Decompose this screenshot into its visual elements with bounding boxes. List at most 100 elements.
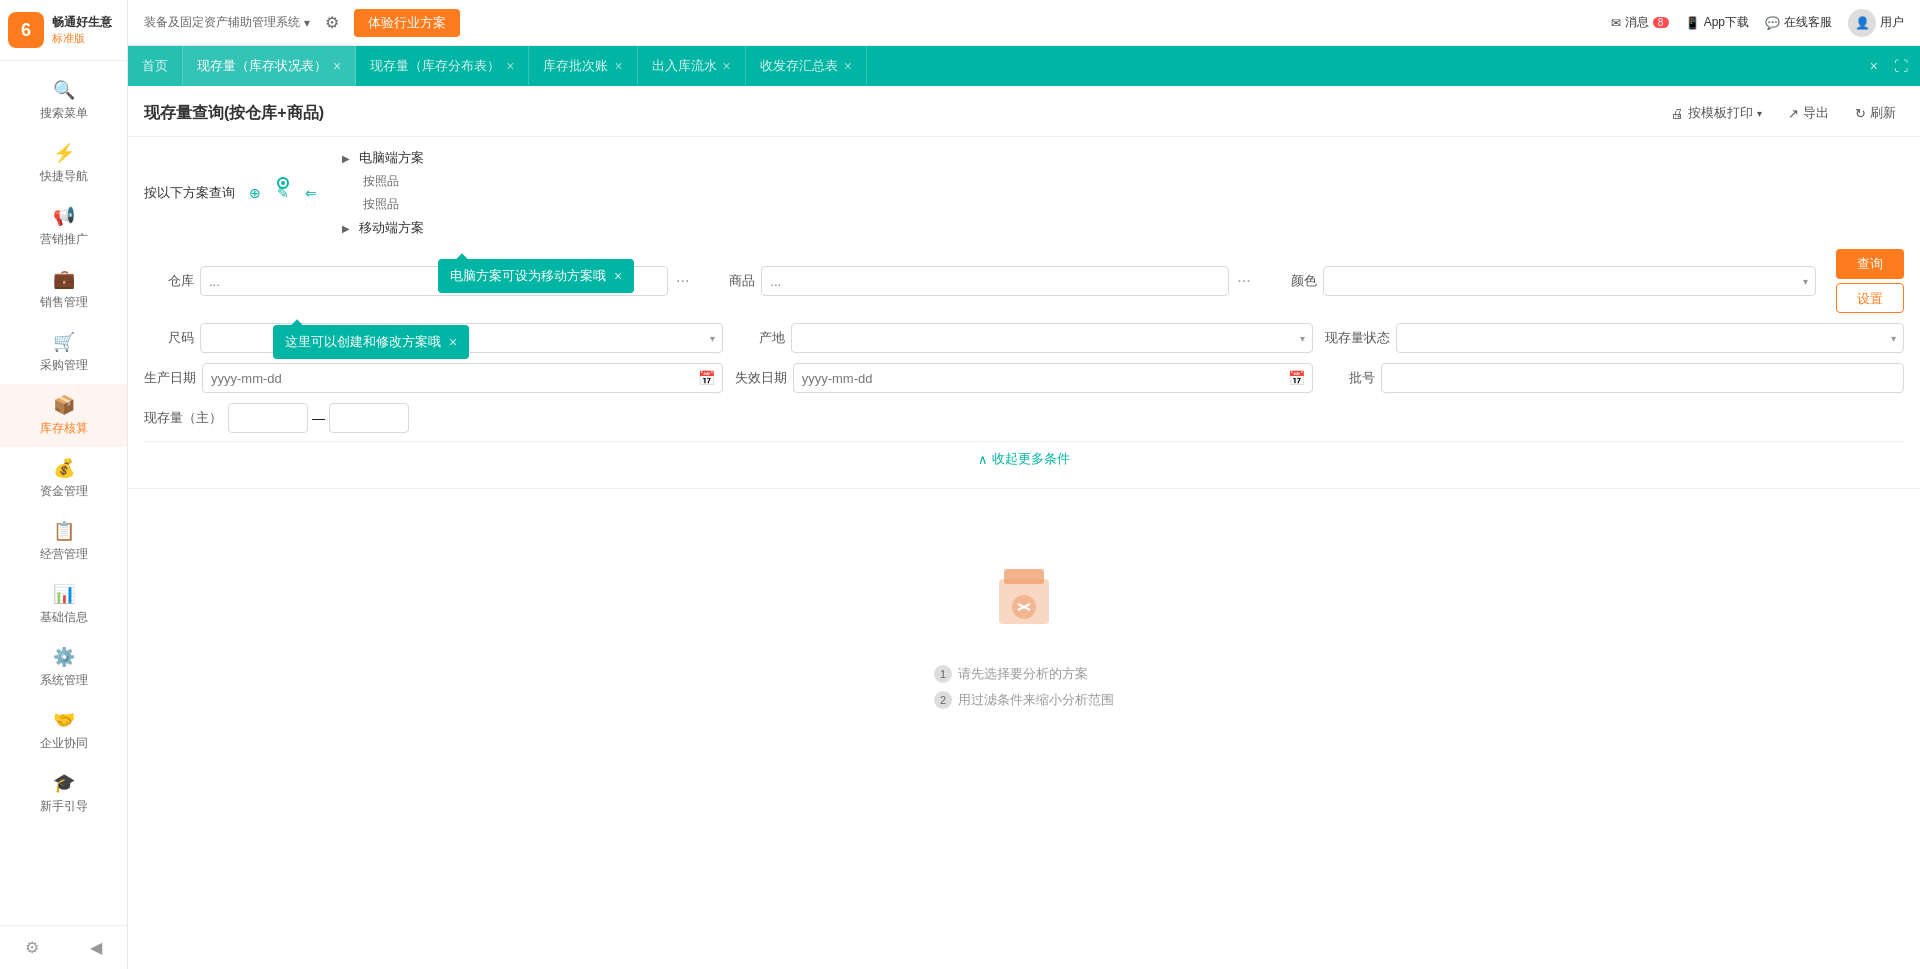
message-btn[interactable]: ✉ 消息 8 bbox=[1611, 14, 1669, 31]
sidebar-item-sales[interactable]: 💼 销售管理 bbox=[0, 258, 127, 321]
sidebar-item-purchase[interactable]: 🛒 采购管理 bbox=[0, 321, 127, 384]
settings-bottom-btn[interactable]: ⚙ bbox=[17, 934, 47, 961]
filter-label: 按以下方案查询 bbox=[144, 184, 235, 202]
collapse-btn[interactable]: ∧ 收起更多条件 bbox=[978, 450, 1070, 468]
brand-name: 畅通好生意 bbox=[52, 14, 112, 31]
sidebar-item-basic[interactable]: 📊 基础信息 bbox=[0, 573, 127, 636]
empty-illustration bbox=[974, 549, 1074, 649]
batch-input[interactable] bbox=[1381, 363, 1904, 393]
tab-inventory-dist-close[interactable]: × bbox=[506, 58, 514, 74]
field-color: 颜色 ▾ bbox=[1267, 266, 1816, 296]
guide-icon: 🎓 bbox=[53, 772, 75, 794]
scheme-sub-item-1[interactable]: 按照品 bbox=[359, 171, 424, 192]
stock-min-input[interactable] bbox=[228, 403, 308, 433]
origin-select[interactable] bbox=[791, 323, 1314, 353]
tab-receive-summary-close[interactable]: × bbox=[844, 58, 852, 74]
sidebar-label-search: 搜索菜单 bbox=[40, 105, 88, 122]
scheme-mobile-toggle[interactable]: ▶ bbox=[339, 221, 353, 235]
print-dropdown-icon: ▾ bbox=[1757, 108, 1762, 119]
active-indicator bbox=[279, 179, 287, 187]
back-scheme-btn[interactable]: ⇐ bbox=[299, 181, 323, 205]
tab-close-all-btn[interactable]: × bbox=[1866, 54, 1882, 78]
tab-receive-summary[interactable]: 收发存汇总表 × bbox=[746, 46, 867, 86]
scheme-pc-children: 按照品 按照品 bbox=[339, 171, 424, 215]
sidebar-item-marketing[interactable]: 📢 营销推广 bbox=[0, 195, 127, 258]
back-icon: ⇐ bbox=[305, 185, 317, 201]
tab-in-out-flow[interactable]: 出入库流水 × bbox=[638, 46, 746, 86]
scheme-pc-toggle[interactable]: ▶ bbox=[339, 151, 353, 165]
export-btn[interactable]: ↗ 导出 bbox=[1780, 100, 1837, 126]
tip-num-2: 2 bbox=[934, 691, 952, 709]
filter-row-4: 现存量（主） — bbox=[144, 403, 1904, 433]
tooltip2-close[interactable]: × bbox=[449, 334, 457, 350]
scheme-group-mobile: ▶ 移动端方案 bbox=[339, 219, 424, 237]
header-left: 装备及固定资产辅助管理系统 ▾ ⚙ 体验行业方案 bbox=[144, 9, 460, 37]
system-settings-btn[interactable]: ⚙ bbox=[318, 9, 346, 37]
tab-home[interactable]: 首页 bbox=[128, 46, 183, 86]
reset-btn[interactable]: 设置 bbox=[1836, 283, 1904, 313]
online-service-btn[interactable]: 💬 在线客服 bbox=[1765, 14, 1832, 31]
user-name-label: 用户 bbox=[1880, 14, 1904, 31]
sidebar-item-search[interactable]: 🔍 搜索菜单 bbox=[0, 69, 127, 132]
filter-controls: ⊕ ✎ ⇐ bbox=[243, 181, 323, 205]
mfg-date-from-input[interactable] bbox=[202, 363, 723, 393]
tab-batch-account-close[interactable]: × bbox=[614, 58, 622, 74]
tip-text-2: 用过滤条件来缩小分析范围 bbox=[958, 691, 1114, 709]
tooltip-scheme-mobile: 电脑方案可设为移动方案哦 × bbox=[438, 259, 634, 293]
sidebar-item-quick[interactable]: ⚡ 快捷导航 bbox=[0, 132, 127, 195]
edit-scheme-btn[interactable]: ✎ bbox=[271, 181, 295, 205]
tab-batch-account[interactable]: 库存批次账 × bbox=[529, 46, 637, 86]
sidebar-item-finance[interactable]: 💰 资金管理 bbox=[0, 447, 127, 510]
search-btn[interactable]: 查询 bbox=[1836, 249, 1904, 279]
add-scheme-btn[interactable]: ⊕ bbox=[243, 181, 267, 205]
goods-ellipsis[interactable]: ··· bbox=[1233, 272, 1254, 290]
quick-icon: ⚡ bbox=[53, 142, 75, 164]
color-label: 颜色 bbox=[1267, 272, 1317, 290]
brand-badge: 标准版 bbox=[52, 31, 112, 46]
field-stock-main: 现存量（主） — bbox=[144, 403, 1904, 433]
tab-in-out-flow-close[interactable]: × bbox=[723, 58, 731, 74]
search-icon: 🔍 bbox=[53, 79, 75, 101]
sidebar-item-system[interactable]: ⚙️ 系统管理 bbox=[0, 636, 127, 699]
finance-icon: 💰 bbox=[53, 457, 75, 479]
print-template-btn[interactable]: 🖨 按模板打印 ▾ bbox=[1663, 100, 1770, 126]
app-download-btn[interactable]: 📱 App下载 bbox=[1685, 14, 1749, 31]
field-stock-status: 现存量状态 ▾ bbox=[1325, 323, 1904, 353]
sidebar-item-operations[interactable]: 📋 经营管理 bbox=[0, 510, 127, 573]
logo-text: 畅通好生意 标准版 bbox=[52, 14, 112, 46]
field-origin: 产地 ▾ bbox=[735, 323, 1314, 353]
sidebar: 6 畅通好生意 标准版 🔍 搜索菜单 ⚡ 快捷导航 📢 营销推广 💼 销售管理 … bbox=[0, 0, 128, 969]
filter-section: 按以下方案查询 ⊕ ✎ ⇐ bbox=[128, 137, 1920, 489]
tab-inventory-status[interactable]: 现存量（库存状况表） × bbox=[183, 46, 356, 86]
scheme-mobile-name: 移动端方案 bbox=[359, 219, 424, 237]
tab-inventory-dist[interactable]: 现存量（库存分布表） × bbox=[356, 46, 529, 86]
scheme-sub-item-2[interactable]: 按照品 bbox=[359, 194, 424, 215]
page-inner: 现存量查询(按仓库+商品) 🖨 按模板打印 ▾ ↗ 导出 ↻ 刷新 bbox=[128, 86, 1920, 969]
page-content: 现存量查询(按仓库+商品) 🖨 按模板打印 ▾ ↗ 导出 ↻ 刷新 bbox=[128, 86, 1920, 969]
tab-fullscreen-btn[interactable]: ⛶ bbox=[1890, 54, 1912, 78]
tab-inventory-status-close[interactable]: × bbox=[333, 58, 341, 74]
tab-bar-end: × ⛶ bbox=[1858, 46, 1920, 86]
user-menu-btn[interactable]: 👤 用户 bbox=[1848, 9, 1904, 37]
system-name-select[interactable]: 装备及固定资产辅助管理系统 ▾ bbox=[144, 14, 310, 31]
color-select[interactable] bbox=[1323, 266, 1816, 296]
tooltip-create-scheme: 这里可以创建和修改方案哦 × bbox=[273, 325, 469, 359]
warehouse-ellipsis[interactable]: ··· bbox=[672, 272, 693, 290]
sidebar-item-inventory[interactable]: 📦 库存核算 bbox=[0, 384, 127, 447]
industry-btn[interactable]: 体验行业方案 bbox=[354, 9, 460, 37]
exp-date-from-input[interactable] bbox=[793, 363, 1314, 393]
stock-status-select[interactable] bbox=[1396, 323, 1904, 353]
refresh-btn[interactable]: ↻ 刷新 bbox=[1847, 100, 1904, 126]
sidebar-item-enterprise[interactable]: 🤝 企业协同 bbox=[0, 699, 127, 762]
tooltip1-close[interactable]: × bbox=[614, 268, 622, 284]
goods-input[interactable] bbox=[761, 266, 1229, 296]
goods-label: 商品 bbox=[705, 272, 755, 290]
collapse-sidebar-btn[interactable]: ◀ bbox=[82, 934, 110, 961]
tab-home-label: 首页 bbox=[142, 57, 168, 75]
system-dropdown-icon: ▾ bbox=[304, 16, 310, 30]
top-header: 装备及固定资产辅助管理系统 ▾ ⚙ 体验行业方案 ✉ 消息 8 📱 App下载 … bbox=[128, 0, 1920, 46]
system-icon: ⚙️ bbox=[53, 646, 75, 668]
stock-max-input[interactable] bbox=[329, 403, 409, 433]
sidebar-item-guide[interactable]: 🎓 新手引导 bbox=[0, 762, 127, 825]
scheme-pc-name: 电脑端方案 bbox=[359, 149, 424, 167]
